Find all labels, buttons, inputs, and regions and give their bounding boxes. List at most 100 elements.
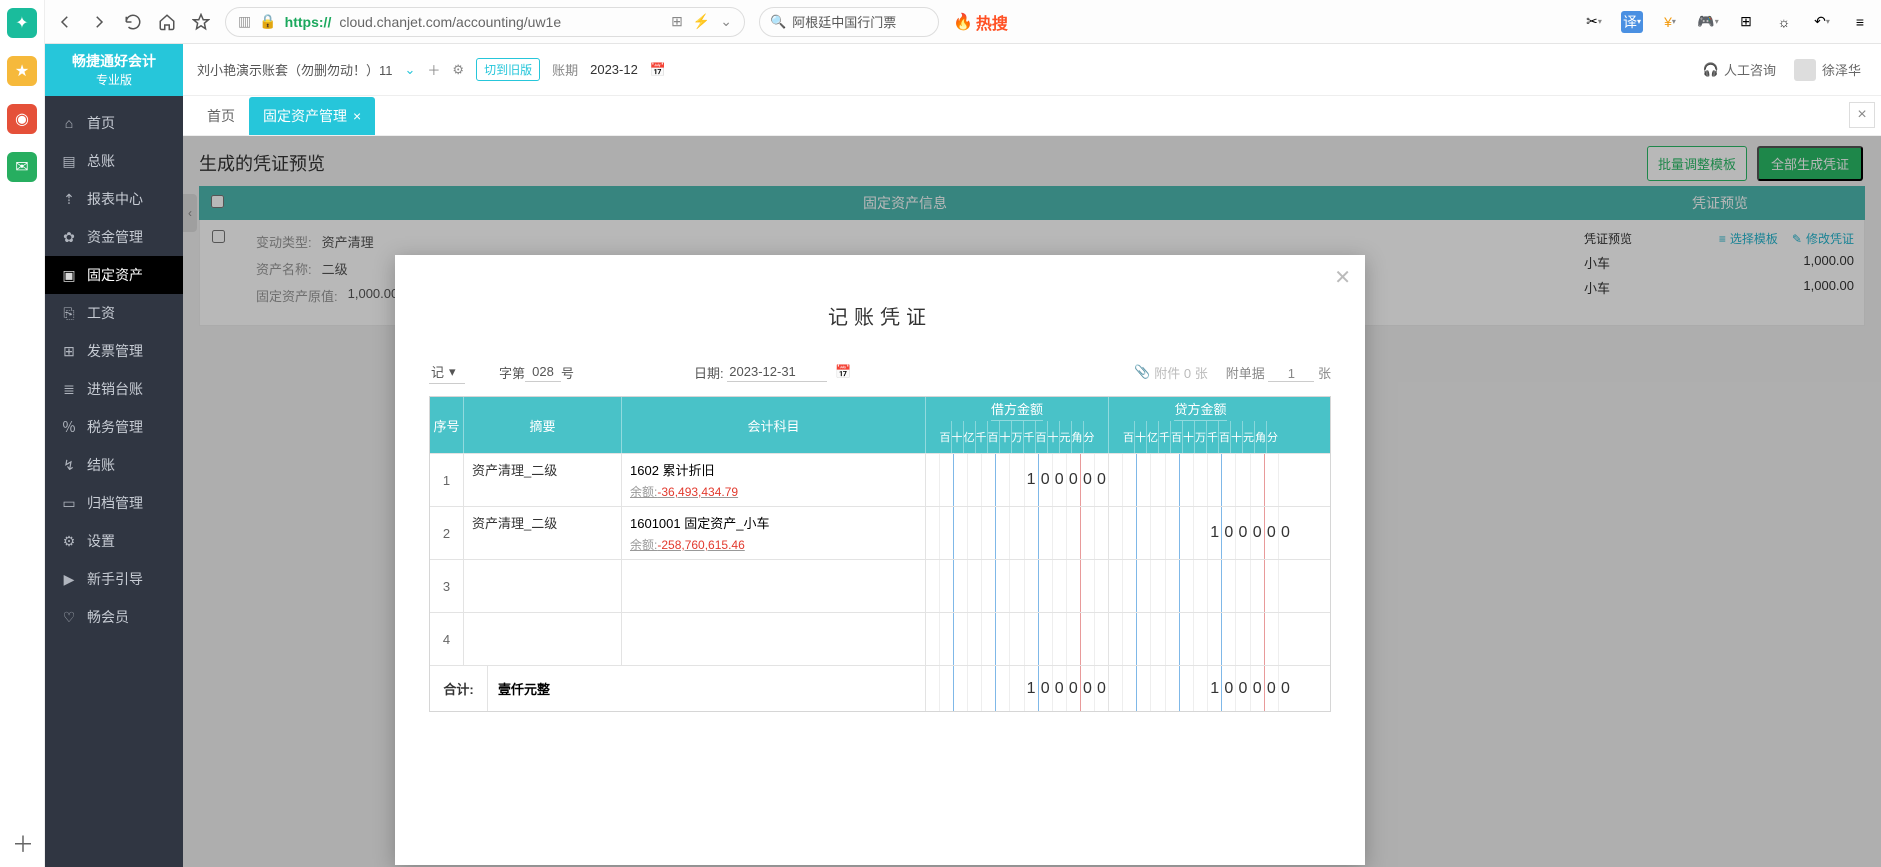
dock-app-1[interactable]: ✦ bbox=[7, 8, 37, 38]
voucher-row[interactable]: 1资产清理_二级1602 累计折旧余额:-36,493,434.79100000 bbox=[430, 453, 1330, 506]
voucher-type-select[interactable]: 记▾ bbox=[429, 360, 465, 384]
col-summary: 摘要 bbox=[464, 397, 622, 453]
reload-icon[interactable] bbox=[123, 12, 143, 32]
add-account-icon[interactable]: ＋ bbox=[427, 60, 440, 79]
paperclip-icon: 📎 bbox=[1134, 364, 1150, 380]
calendar-icon[interactable]: 📅 bbox=[650, 62, 666, 78]
sidebar-icon: ↯ bbox=[61, 457, 77, 474]
voucher-row[interactable]: 4 bbox=[430, 612, 1330, 665]
search-icon: 🔍 bbox=[770, 14, 786, 30]
url-path: cloud.chanjet.com/accounting/uw1e bbox=[339, 14, 561, 30]
sidebar-icon: ⚙ bbox=[61, 533, 77, 550]
sidebar: ⌂首页▤总账⇡报表中心✿资金管理▣固定资产⎘工资⊞发票管理≣进销台账％税务管理↯… bbox=[45, 96, 183, 867]
attachment-link[interactable]: 📎附件 0 张 bbox=[1134, 363, 1208, 382]
voucher-modal: ✕ 记账凭证 记▾ 字第 028 号 日期: 2023-12-31 📅 📎附件 … bbox=[395, 255, 1365, 865]
browser-toolbar: ▥ 🔒 https:// cloud.chanjet.com/accountin… bbox=[45, 0, 1881, 44]
back-icon[interactable] bbox=[55, 12, 75, 32]
qr-icon[interactable]: ⊞ bbox=[671, 13, 683, 30]
dock-app-4[interactable]: ✉ bbox=[7, 152, 37, 182]
user-menu[interactable]: 徐泽华 bbox=[1794, 59, 1861, 81]
app-header: 畅捷通好会计 专业版 刘小艳演示账套（勿删勿动！）11 ⌄ ＋ ⚙ 切到旧版 账… bbox=[45, 44, 1881, 96]
scissors-icon[interactable]: ✂▾ bbox=[1583, 11, 1605, 33]
sidebar-item-9[interactable]: ↯结账 bbox=[45, 446, 183, 484]
forward-icon[interactable] bbox=[89, 12, 109, 32]
sidebar-item-5[interactable]: ⎘工资 bbox=[45, 294, 183, 332]
bolt-icon[interactable]: ⚡ bbox=[693, 13, 710, 30]
sidebar-item-13[interactable]: ♡畅会员 bbox=[45, 598, 183, 636]
calendar-icon[interactable]: 📅 bbox=[835, 364, 851, 380]
sidebar-item-2[interactable]: ⇡报表中心 bbox=[45, 180, 183, 218]
game-icon[interactable]: 🎮▾ bbox=[1697, 11, 1719, 33]
sidebar-item-11[interactable]: ⚙设置 bbox=[45, 522, 183, 560]
chevron-down-icon[interactable]: ⌄ bbox=[720, 13, 732, 30]
sidebar-icon: ⌂ bbox=[61, 115, 77, 131]
tab-close-icon[interactable]: × bbox=[353, 108, 361, 124]
switch-old-button[interactable]: 切到旧版 bbox=[476, 58, 540, 81]
account-selector[interactable]: 刘小艳演示账套（勿删勿动！）11 bbox=[197, 60, 393, 79]
tab-fixed-assets[interactable]: 固定资产管理× bbox=[249, 97, 375, 135]
sidebar-item-3[interactable]: ✿资金管理 bbox=[45, 218, 183, 256]
menu-icon[interactable]: ≡ bbox=[1849, 11, 1871, 33]
shield-icon: ▥ bbox=[238, 13, 251, 30]
apps-icon[interactable]: ⊞ bbox=[1735, 11, 1757, 33]
sidebar-icon: ≣ bbox=[61, 381, 77, 398]
dock-add-icon[interactable]: ＋ bbox=[12, 827, 34, 859]
voucher-row[interactable]: 3 bbox=[430, 559, 1330, 612]
col-account: 会计科目 bbox=[622, 397, 926, 453]
modal-title: 记账凭证 bbox=[395, 255, 1365, 360]
address-bar[interactable]: ▥ 🔒 https:// cloud.chanjet.com/accountin… bbox=[225, 7, 745, 37]
sidebar-item-0[interactable]: ⌂首页 bbox=[45, 104, 183, 142]
sidebar-item-8[interactable]: ％税务管理 bbox=[45, 408, 183, 446]
undo-icon[interactable]: ↶▾ bbox=[1811, 11, 1833, 33]
sidebar-icon: ▶ bbox=[61, 571, 77, 588]
period-label: 账期 bbox=[552, 60, 578, 79]
sidebar-item-10[interactable]: ▭归档管理 bbox=[45, 484, 183, 522]
hot-search-badge[interactable]: 🔥热搜 bbox=[953, 10, 1008, 34]
translate-icon[interactable]: 译▾ bbox=[1621, 11, 1643, 33]
account-chevron-icon[interactable]: ⌄ bbox=[405, 62, 416, 78]
os-dock: ✦ ★ ◉ ✉ ＋ bbox=[0, 0, 45, 867]
coin-icon[interactable]: ¥▾ bbox=[1659, 11, 1681, 33]
total-words: 壹仟元整 bbox=[488, 666, 926, 711]
col-debit: 借方金额 百十亿千百十万千百十元角分 bbox=[926, 397, 1109, 453]
sidebar-item-6[interactable]: ⊞发票管理 bbox=[45, 332, 183, 370]
panel-close-button[interactable]: × bbox=[1849, 102, 1875, 128]
dock-app-3[interactable]: ◉ bbox=[7, 104, 37, 134]
brand-logo[interactable]: 畅捷通好会计 专业版 bbox=[45, 44, 183, 96]
tab-bar: 首页 固定资产管理× × bbox=[183, 96, 1881, 136]
url-protocol: https:// bbox=[285, 14, 332, 30]
modal-close-icon[interactable]: ✕ bbox=[1334, 265, 1351, 290]
sidebar-item-4[interactable]: ▣固定资产 bbox=[45, 256, 183, 294]
sidebar-icon: ✿ bbox=[61, 229, 77, 246]
avatar bbox=[1794, 59, 1816, 81]
chevron-down-icon: ▾ bbox=[449, 364, 456, 380]
sidebar-item-12[interactable]: ▶新手引导 bbox=[45, 560, 183, 598]
sidebar-icon: ⊞ bbox=[61, 343, 77, 360]
tab-home[interactable]: 首页 bbox=[193, 97, 249, 135]
col-index: 序号 bbox=[430, 397, 464, 453]
sidebar-item-7[interactable]: ≣进销台账 bbox=[45, 370, 183, 408]
voucher-number-input[interactable]: 028 bbox=[525, 362, 561, 382]
settings-account-icon[interactable]: ⚙ bbox=[452, 62, 464, 78]
total-label: 合计: bbox=[430, 666, 488, 711]
lock-icon: 🔒 bbox=[259, 13, 276, 30]
star-icon[interactable] bbox=[191, 12, 211, 32]
sidebar-icon: ▭ bbox=[61, 495, 77, 512]
sidebar-icon: ⇡ bbox=[61, 191, 77, 208]
sidebar-icon: ▣ bbox=[61, 267, 77, 284]
fudan-count-input[interactable]: 1 bbox=[1268, 366, 1314, 382]
sun-icon[interactable]: ☼ bbox=[1773, 11, 1795, 33]
search-placeholder: 阿根廷中国行门票 bbox=[792, 12, 896, 31]
voucher-row[interactable]: 2资产清理_二级1601001 固定资产_小车余额:-258,760,615.4… bbox=[430, 506, 1330, 559]
headset-icon: 🎧 bbox=[1703, 62, 1719, 78]
period-value[interactable]: 2023-12 bbox=[590, 62, 638, 77]
browser-search[interactable]: 🔍 阿根廷中国行门票 bbox=[759, 7, 939, 37]
voucher-date-input[interactable]: 2023-12-31 bbox=[727, 362, 827, 382]
sidebar-icon: ♡ bbox=[61, 609, 77, 626]
support-link[interactable]: 🎧人工咨询 bbox=[1703, 60, 1776, 79]
sidebar-icon: ⎘ bbox=[61, 305, 77, 322]
home-icon[interactable] bbox=[157, 12, 177, 32]
sidebar-item-1[interactable]: ▤总账 bbox=[45, 142, 183, 180]
dock-app-2[interactable]: ★ bbox=[7, 56, 37, 86]
sidebar-icon: ▤ bbox=[61, 153, 77, 170]
